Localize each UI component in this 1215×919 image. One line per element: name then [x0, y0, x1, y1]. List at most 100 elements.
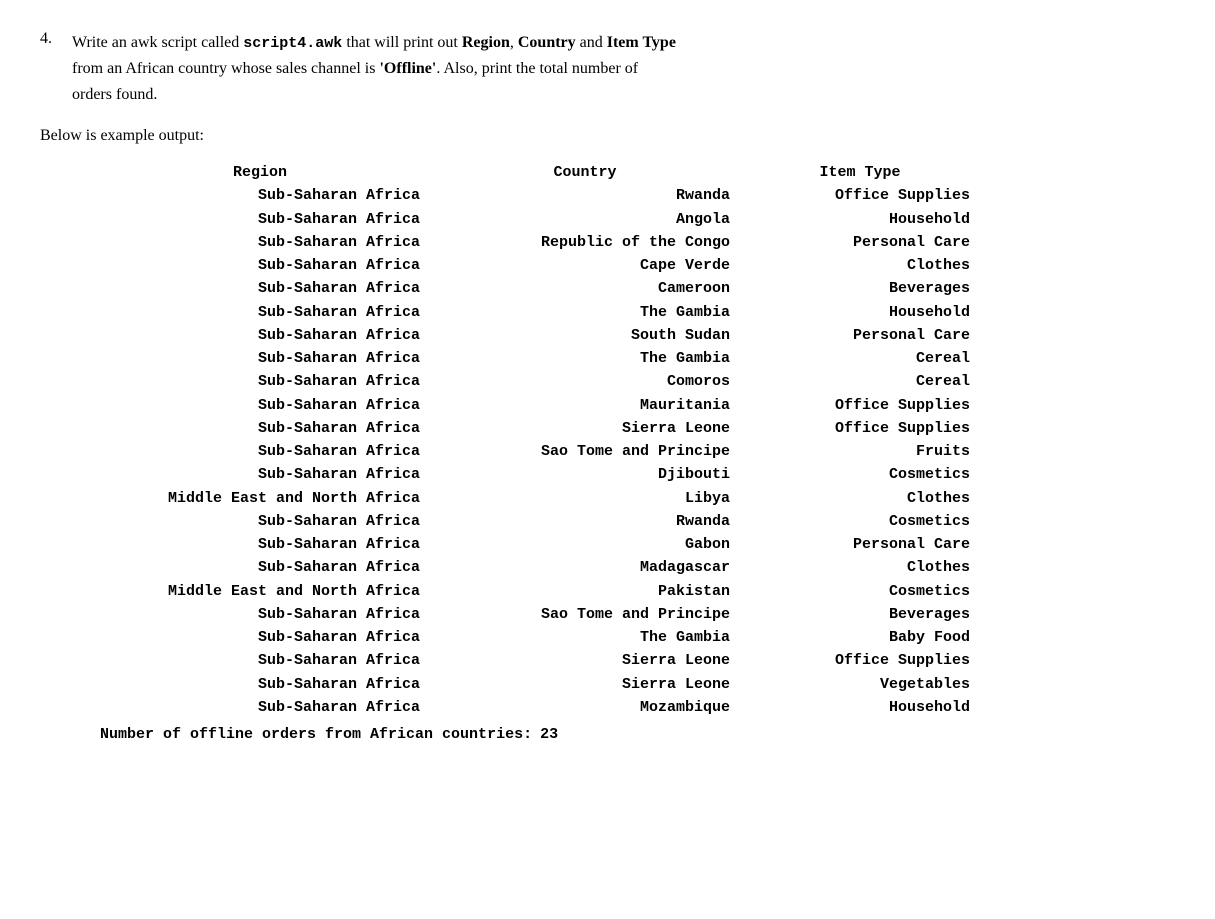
cell-item-type: Cosmetics: [750, 580, 970, 603]
header-item-type: Item Type: [750, 161, 970, 184]
cell-region: Sub-Saharan Africa: [100, 347, 440, 370]
cell-item-type: Vegetables: [750, 673, 970, 696]
cell-country: Gabon: [440, 533, 750, 556]
table-row: Sub-Saharan AfricaSierra LeoneOffice Sup…: [100, 417, 1175, 440]
header-row: Region Country Item Type: [100, 161, 1175, 184]
cell-item-type: Household: [750, 696, 970, 719]
cell-country: Sao Tome and Principe: [440, 440, 750, 463]
cell-country: The Gambia: [440, 301, 750, 324]
footer-label: Number of offline orders from African co…: [100, 723, 532, 746]
cell-item-type: Clothes: [750, 254, 970, 277]
cell-country: Cameroon: [440, 277, 750, 300]
cell-region: Sub-Saharan Africa: [100, 208, 440, 231]
cell-item-type: Office Supplies: [750, 417, 970, 440]
cell-region: Sub-Saharan Africa: [100, 533, 440, 556]
output-table: Region Country Item Type Sub-Saharan Afr…: [100, 161, 1175, 746]
cell-region: Sub-Saharan Africa: [100, 324, 440, 347]
bold-country: Country: [518, 34, 576, 51]
table-row: Sub-Saharan AfricaRwandaOffice Supplies: [100, 184, 1175, 207]
cell-country: Rwanda: [440, 510, 750, 533]
cell-item-type: Office Supplies: [750, 394, 970, 417]
question-block: 4. Write an awk script called script4.aw…: [40, 30, 1175, 107]
table-row: Sub-Saharan AfricaAngolaHousehold: [100, 208, 1175, 231]
cell-country: Pakistan: [440, 580, 750, 603]
cell-item-type: Beverages: [750, 277, 970, 300]
question-text: Write an awk script called script4.awk t…: [72, 30, 676, 107]
cell-region: Sub-Saharan Africa: [100, 463, 440, 486]
table-row: Sub-Saharan AfricaGabonPersonal Care: [100, 533, 1175, 556]
table-row: Sub-Saharan AfricaCameroonBeverages: [100, 277, 1175, 300]
table-row: Sub-Saharan AfricaComorosCereal: [100, 370, 1175, 393]
cell-item-type: Cosmetics: [750, 463, 970, 486]
cell-country: Madagascar: [440, 556, 750, 579]
table-row: Sub-Saharan AfricaMozambiqueHousehold: [100, 696, 1175, 719]
cell-region: Sub-Saharan Africa: [100, 649, 440, 672]
table-row: Sub-Saharan AfricaDjiboutiCosmetics: [100, 463, 1175, 486]
cell-country: Djibouti: [440, 463, 750, 486]
table-row: Sub-Saharan AfricaMauritaniaOffice Suppl…: [100, 394, 1175, 417]
cell-item-type: Office Supplies: [750, 184, 970, 207]
cell-region: Sub-Saharan Africa: [100, 301, 440, 324]
cell-country: Comoros: [440, 370, 750, 393]
cell-region: Middle East and North Africa: [100, 580, 440, 603]
cell-country: Angola: [440, 208, 750, 231]
cell-country: Sao Tome and Principe: [440, 603, 750, 626]
cell-region: Sub-Saharan Africa: [100, 394, 440, 417]
cell-region: Sub-Saharan Africa: [100, 277, 440, 300]
cell-region: Sub-Saharan Africa: [100, 603, 440, 626]
table-row: Sub-Saharan AfricaSao Tome and PrincipeB…: [100, 603, 1175, 626]
cell-item-type: Fruits: [750, 440, 970, 463]
cell-country: Sierra Leone: [440, 649, 750, 672]
cell-region: Sub-Saharan Africa: [100, 673, 440, 696]
table-row: Sub-Saharan AfricaSao Tome and PrincipeF…: [100, 440, 1175, 463]
table-row: Sub-Saharan AfricaRepublic of the CongoP…: [100, 231, 1175, 254]
cell-region: Sub-Saharan Africa: [100, 556, 440, 579]
cell-region: Sub-Saharan Africa: [100, 231, 440, 254]
cell-item-type: Clothes: [750, 487, 970, 510]
cell-item-type: Cereal: [750, 370, 970, 393]
cell-item-type: Cosmetics: [750, 510, 970, 533]
cell-country: The Gambia: [440, 626, 750, 649]
bold-offline: 'Offline': [379, 60, 436, 77]
footer-row: Number of offline orders from African co…: [100, 723, 1175, 746]
question-number: 4.: [40, 30, 64, 107]
cell-region: Sub-Saharan Africa: [100, 510, 440, 533]
cell-item-type: Household: [750, 208, 970, 231]
bold-item-type: Item Type: [607, 34, 676, 51]
cell-country: Mozambique: [440, 696, 750, 719]
cell-country: Sierra Leone: [440, 417, 750, 440]
cell-region: Sub-Saharan Africa: [100, 440, 440, 463]
table-row: Sub-Saharan AfricaCape VerdeClothes: [100, 254, 1175, 277]
cell-country: The Gambia: [440, 347, 750, 370]
header-country: Country: [440, 161, 750, 184]
cell-country: Sierra Leone: [440, 673, 750, 696]
table-row: Sub-Saharan AfricaSierra LeoneVegetables: [100, 673, 1175, 696]
cell-item-type: Beverages: [750, 603, 970, 626]
table-row: Sub-Saharan AfricaMadagascarClothes: [100, 556, 1175, 579]
cell-region: Sub-Saharan Africa: [100, 696, 440, 719]
script-name: script4.awk: [243, 35, 342, 52]
cell-item-type: Clothes: [750, 556, 970, 579]
footer-count: 23: [540, 723, 558, 746]
cell-item-type: Personal Care: [750, 231, 970, 254]
table-row: Sub-Saharan AfricaThe GambiaHousehold: [100, 301, 1175, 324]
cell-item-type: Personal Care: [750, 533, 970, 556]
cell-region: Sub-Saharan Africa: [100, 184, 440, 207]
cell-item-type: Baby Food: [750, 626, 970, 649]
cell-country: Libya: [440, 487, 750, 510]
table-row: Sub-Saharan AfricaThe GambiaBaby Food: [100, 626, 1175, 649]
cell-item-type: Personal Care: [750, 324, 970, 347]
bold-region: Region: [462, 34, 510, 51]
cell-region: Middle East and North Africa: [100, 487, 440, 510]
cell-item-type: Cereal: [750, 347, 970, 370]
cell-item-type: Office Supplies: [750, 649, 970, 672]
cell-region: Sub-Saharan Africa: [100, 370, 440, 393]
table-row: Middle East and North AfricaLibyaClothes: [100, 487, 1175, 510]
cell-country: Cape Verde: [440, 254, 750, 277]
cell-region: Sub-Saharan Africa: [100, 417, 440, 440]
table-row: Sub-Saharan AfricaRwandaCosmetics: [100, 510, 1175, 533]
cell-country: Mauritania: [440, 394, 750, 417]
cell-region: Sub-Saharan Africa: [100, 254, 440, 277]
table-row: Middle East and North AfricaPakistanCosm…: [100, 580, 1175, 603]
example-label: Below is example output:: [40, 127, 1175, 145]
